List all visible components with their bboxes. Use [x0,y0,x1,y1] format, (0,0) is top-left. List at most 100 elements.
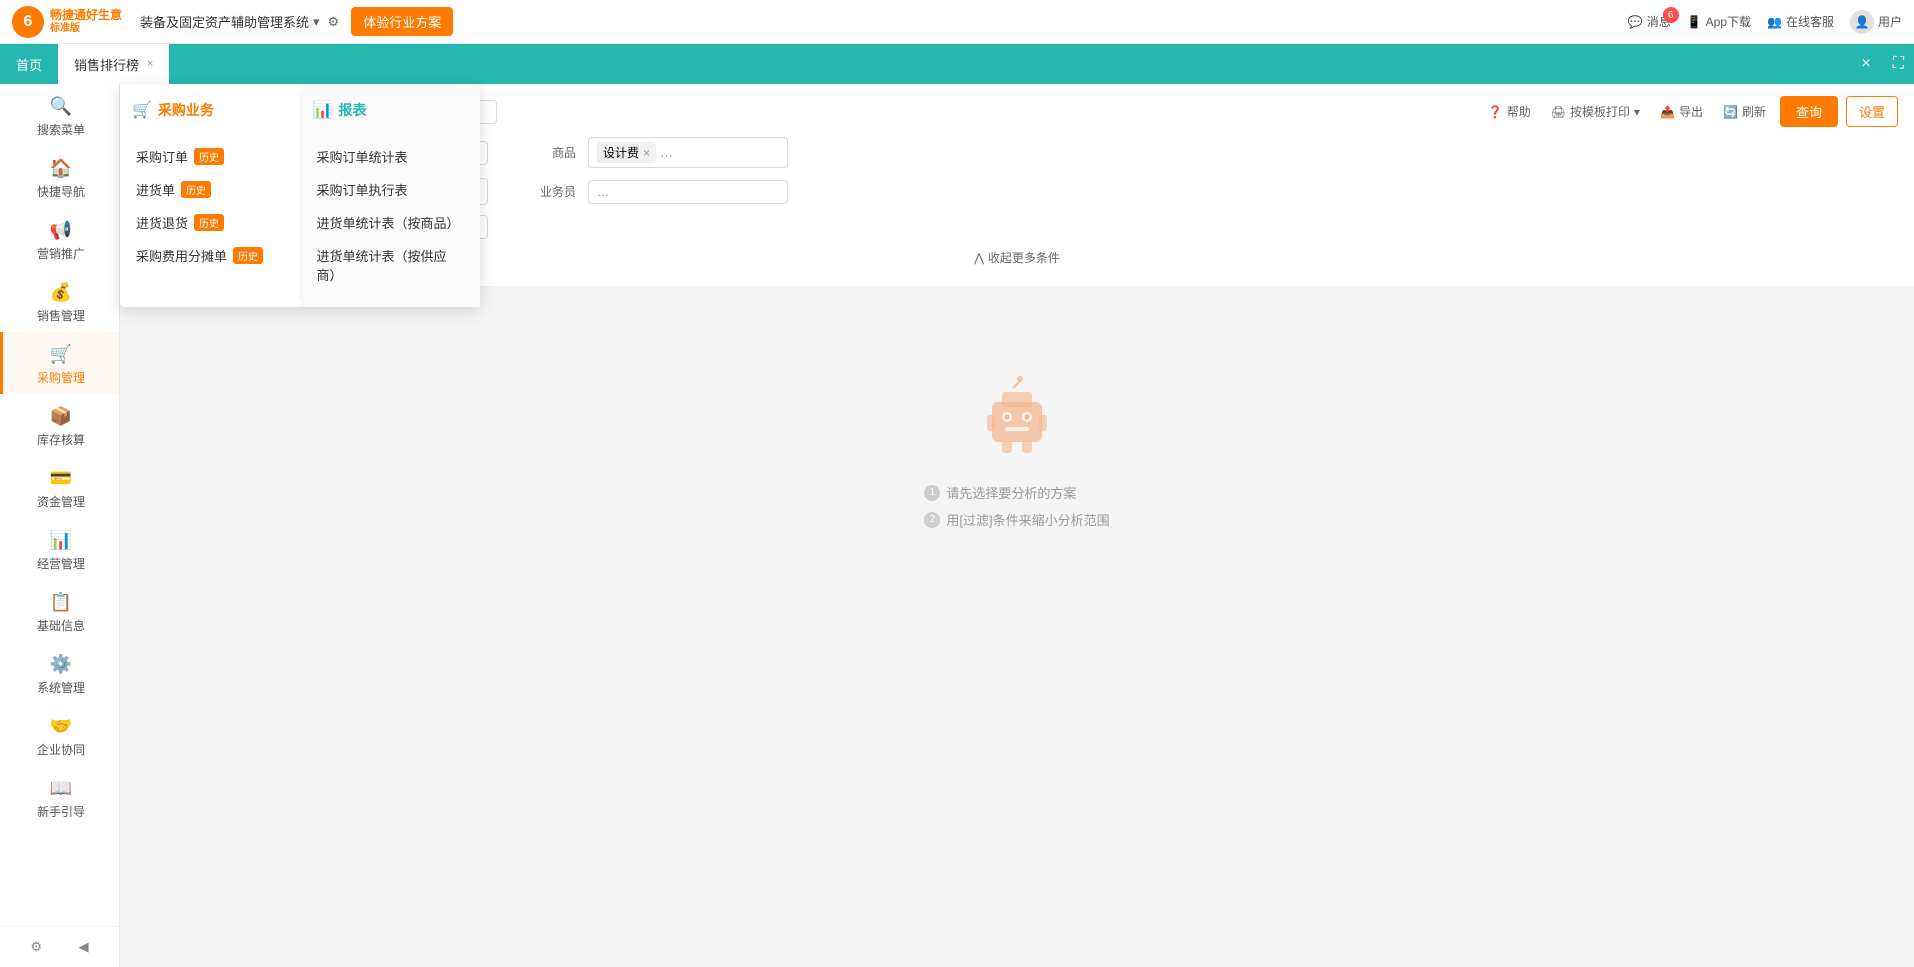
sidebar-item-enterprise[interactable]: 🤝 企业协同 [0,704,119,766]
export-btn[interactable]: 📤 导出 [1654,99,1709,124]
capital-icon: 💳 [50,468,72,489]
empty-state: 1 请先选择要分析的方案 2 用[过滤]条件来缩小分析范围 [120,287,1914,609]
tab-sales-rank[interactable]: 销售排行榜 × [58,44,169,84]
sidebar-collapse-icon[interactable]: ◀ [79,939,89,955]
settings-btn[interactable]: 设置 [1846,96,1898,127]
logo-area: 6 畅捷通好生意 标准版 [12,6,132,38]
sidebar-enterprise-label: 企业协同 [37,741,85,758]
sidebar-settings-icon[interactable]: ⚙ [30,939,42,955]
hint-text-1: 请先选择要分析的方案 [946,483,1076,502]
user-item[interactable]: 👤 用户 [1850,10,1902,34]
report-col-icon: 📊 [313,100,333,120]
purchase-order-stat-label: 采购订单统计表 [317,147,408,166]
sidebar-basic-info-label: 基础信息 [37,617,85,634]
logo-sub: 标准版 [50,23,122,35]
online-service-label: 在线客服 [1786,13,1834,30]
receipt-stat-goods-label: 进货单统计表（按商品） [317,213,460,232]
topbar-settings-icon[interactable]: ⚙ [328,14,340,30]
salesperson-more-icon[interactable]: … [597,185,609,199]
dropdown-item-purchase-order-exec[interactable]: 采购订单执行表 [313,173,469,206]
purchase-expense-history-badge[interactable]: 历史 [233,247,263,264]
sidebar-system-label: 系统管理 [37,679,85,696]
topbar: 6 畅捷通好生意 标准版 装备及固定资产辅助管理系统 ▾ ⚙ 体验行业方案 💬 … [0,0,1914,44]
sidebar-item-basic-info[interactable]: 📋 基础信息 [0,580,119,642]
sidebar-item-system[interactable]: ⚙️ 系统管理 [0,642,119,704]
salesperson-input[interactable]: … [588,180,788,204]
hint-number-2: 2 [924,512,940,528]
purchase-order-label: 采购订单 [136,147,188,166]
print-label: 按模板打印 [1570,103,1630,120]
close-all-tabs-icon[interactable]: × [1849,55,1882,73]
dropdown-item-receipt-stat-supplier[interactable]: 进货单统计表（按供应商） [313,239,469,291]
industry-btn[interactable]: 体验行业方案 [351,7,453,36]
tab-home[interactable]: 首页 [0,44,58,84]
print-btn[interactable]: 🖨 按模板打印 ▾ [1545,99,1646,124]
help-icon: ❓ [1488,105,1503,119]
sidebar-marketing-label: 营销推广 [37,245,85,262]
sidebar-item-inventory[interactable]: 📦 库存核算 [0,394,119,456]
tab-sales-rank-label: 销售排行榜 [74,55,139,74]
system-dropdown-icon[interactable]: ▾ [313,14,320,30]
dropdown-item-purchase-expense[interactable]: 采购费用分摊单 历史 [132,239,288,272]
enterprise-icon: 🤝 [50,716,72,737]
sidebar-item-search[interactable]: 🔍 搜索菜单 [0,84,119,146]
purchase-order-history-badge[interactable]: 历史 [194,148,224,165]
purchase-receipt-label: 进货单 [136,180,175,199]
online-service-item[interactable]: 👥 在线客服 [1767,13,1834,30]
logo-icon: 6 [12,6,44,38]
dropdown-item-purchase-order-stat[interactable]: 采购订单统计表 [313,140,469,173]
home-icon: 🏠 [50,158,72,179]
print-dropdown-icon[interactable]: ▾ [1634,105,1640,119]
purchase-return-label: 进货退货 [136,213,188,232]
user-label: 用户 [1878,13,1902,30]
sidebar-item-sales[interactable]: 💰 销售管理 [0,270,119,332]
purchase-receipt-history-badge[interactable]: 历史 [181,181,211,198]
export-icon: 📤 [1660,105,1675,119]
sidebar-item-purchase[interactable]: 🛒 采购管理 [0,332,119,394]
receipt-stat-supplier-label: 进货单统计表（按供应商） [317,246,465,284]
sidebar-item-quick-nav[interactable]: 🏠 快捷导航 [0,146,119,208]
empty-hints: 1 请先选择要分析的方案 2 用[过滤]条件来缩小分析范围 [924,483,1109,529]
notifications-badge: 6 [1663,7,1679,23]
sidebar-operation-label: 经营管理 [37,555,85,572]
sidebar-bottom: ⚙ ◀ [0,926,119,967]
tab-close-icon[interactable]: × [147,58,153,70]
tab-home-label: 首页 [16,55,42,74]
report-col-title-text: 报表 [338,100,366,120]
goods-filter[interactable]: 设计费 × … [588,137,788,168]
user-avatar: 👤 [1850,10,1874,34]
sidebar-item-operation[interactable]: 📊 经营管理 [0,518,119,580]
collapse-up-icon: ⋀ [974,251,984,265]
goods-tag-remove[interactable]: × [643,146,650,160]
sidebar: 🔍 搜索菜单 🏠 快捷导航 📢 营销推广 💰 销售管理 🛒 采购管理 📦 库存核… [0,84,120,967]
purchase-col-title: 🛒 采购业务 [132,100,288,128]
sidebar-item-capital[interactable]: 💳 资金管理 [0,456,119,518]
purchase-return-history-badge[interactable]: 历史 [194,214,224,231]
sidebar-inventory-label: 库存核算 [37,431,85,448]
query-btn[interactable]: 查询 [1780,96,1838,127]
report-col-title: 📊 报表 [313,100,469,128]
sidebar-item-marketing[interactable]: 📢 营销推广 [0,208,119,270]
expand-icon[interactable]: ⛶ [1883,55,1914,73]
goods-tag-value: 设计费 [603,144,639,161]
dropdown-item-receipt-stat-goods[interactable]: 进货单统计表（按商品） [313,206,469,239]
empty-hint-2: 2 用[过滤]条件来缩小分析范围 [924,510,1109,529]
app-download-item[interactable]: 📱 App下载 [1687,13,1751,30]
notifications-item[interactable]: 💬 消息 6 [1628,13,1671,30]
hint-text-2: 用[过滤]条件来缩小分析范围 [946,510,1109,529]
sidebar-quick-nav-label: 快捷导航 [37,183,85,200]
goods-more-icon[interactable]: … [660,145,673,160]
purchase-col: 🛒 采购业务 采购订单 历史 进货单 历史 进货退货 历史 采购费用分摊单 历史 [120,84,300,307]
refresh-label: 刷新 [1742,103,1766,120]
help-btn[interactable]: ❓ 帮助 [1482,99,1537,124]
search-icon: 🔍 [50,96,72,117]
refresh-icon: 🔄 [1723,105,1738,119]
refresh-btn[interactable]: 🔄 刷新 [1717,99,1772,124]
purchase-col-icon: 🛒 [132,100,152,120]
salesperson-label: 业务员 [516,183,576,200]
sidebar-item-guide[interactable]: 📖 新手引导 [0,766,119,828]
purchase-order-exec-label: 采购订单执行表 [317,180,408,199]
dropdown-item-purchase-return[interactable]: 进货退货 历史 [132,206,288,239]
dropdown-item-purchase-order[interactable]: 采购订单 历史 [132,140,288,173]
dropdown-item-purchase-receipt[interactable]: 进货单 历史 [132,173,288,206]
